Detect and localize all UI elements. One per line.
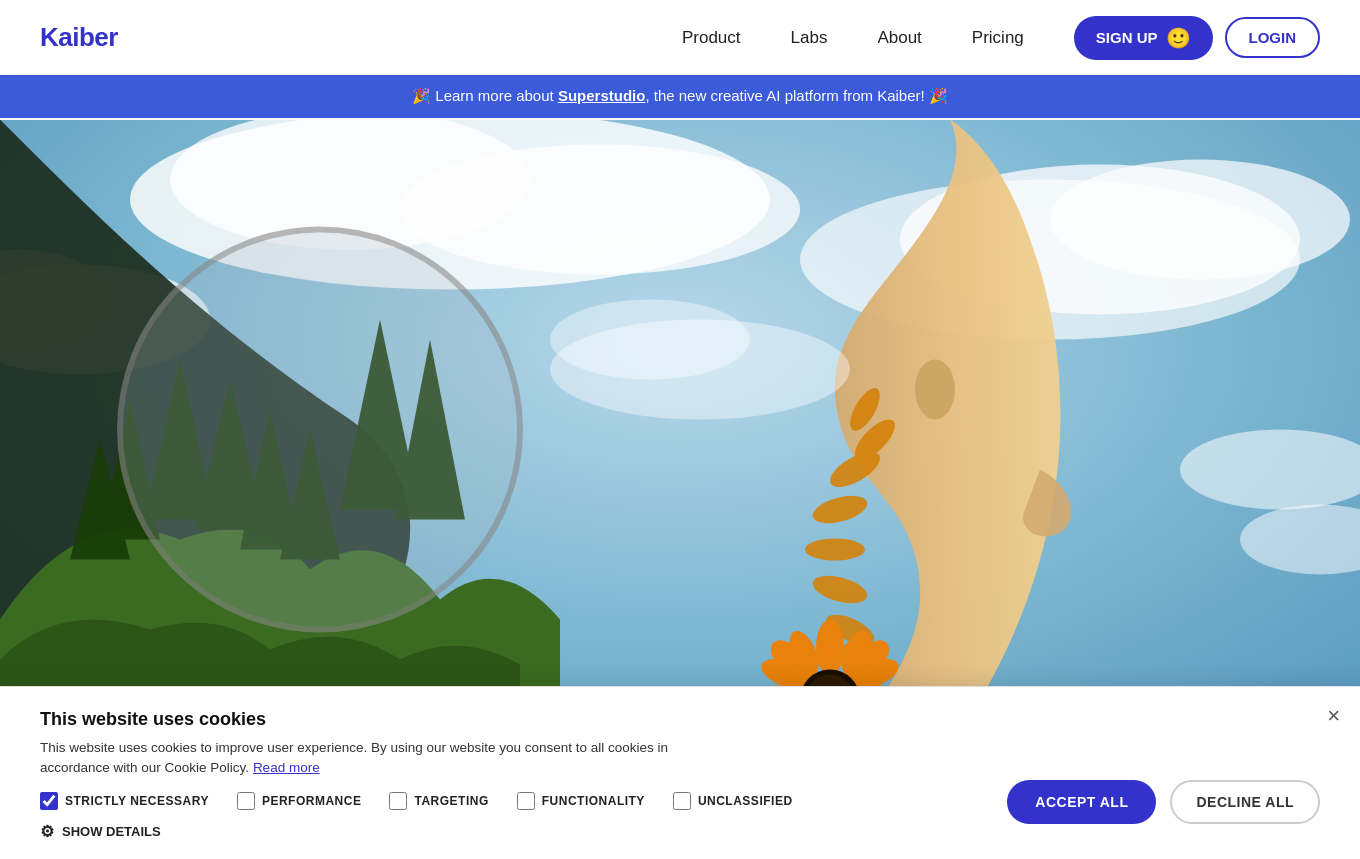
svg-point-58 [550,300,750,380]
banner-text-after: , the new creative AI platform from Kaib… [645,87,924,104]
svg-point-60 [123,233,517,627]
checkbox-performance[interactable]: PERFORMANCE [237,792,362,810]
banner-party-right: 🎉 [929,87,948,104]
checkbox-performance-input[interactable] [237,792,255,810]
checkbox-targeting-input[interactable] [389,792,407,810]
cookie-desc-text: This website uses cookies to improve use… [40,740,668,775]
svg-point-28 [915,360,955,420]
cookie-title: This website uses cookies [40,709,1320,730]
banner-text-before: Learn more about [435,87,558,104]
nav-about[interactable]: About [857,20,941,56]
navbar: Kaiber Product Labs About Pricing SIGN U… [0,0,1360,75]
banner-party-left: 🎉 [412,87,431,104]
checkbox-functionality-label: FUNCTIONALITY [542,794,645,808]
nav-pricing[interactable]: Pricing [952,20,1044,56]
nav-links: Product Labs About Pricing [662,20,1044,56]
svg-point-29 [816,620,844,676]
checkbox-performance-label: PERFORMANCE [262,794,362,808]
nav-product[interactable]: Product [662,20,761,56]
cookie-actions: ACCEPT ALL DECLINE ALL [1007,780,1320,824]
checkbox-functionality[interactable]: FUNCTIONALITY [517,792,645,810]
nav-labs[interactable]: Labs [771,20,848,56]
svg-point-3 [400,145,800,275]
cookie-description: This website uses cookies to improve use… [40,738,690,779]
login-button[interactable]: LOGIN [1225,17,1321,58]
logo[interactable]: Kaiber [40,22,118,53]
checkbox-targeting[interactable]: TARGETING [389,792,488,810]
cookie-banner: × This website uses cookies This website… [0,686,1360,860]
checkbox-functionality-input[interactable] [517,792,535,810]
banner-link[interactable]: Superstudio [558,87,646,104]
cookie-read-more[interactable]: Read more [253,760,320,775]
smiley-icon: 🙂 [1166,26,1191,50]
checkbox-unclassified-input[interactable] [673,792,691,810]
decline-all-button[interactable]: DECLINE ALL [1170,780,1320,824]
show-details-toggle[interactable]: ⚙ SHOW DETAILS [40,822,1320,841]
checkbox-strictly-input[interactable] [40,792,58,810]
checkbox-strictly[interactable]: STRICTLY NECESSARY [40,792,209,810]
announcement-banner: 🎉 Learn more about Superstudio, the new … [0,75,1360,118]
cookie-close-button[interactable]: × [1327,705,1340,727]
signup-label: SIGN UP [1096,29,1158,46]
accept-all-button[interactable]: ACCEPT ALL [1007,780,1156,824]
signup-button[interactable]: SIGN UP 🙂 [1074,16,1213,60]
gear-icon: ⚙ [40,822,54,841]
show-details-label: SHOW DETAILS [62,824,161,839]
checkbox-unclassified-label: UNCLASSIFIED [698,794,793,808]
checkbox-targeting-label: TARGETING [414,794,488,808]
checkbox-strictly-label: STRICTLY NECESSARY [65,794,209,808]
svg-point-21 [805,539,865,561]
checkbox-unclassified[interactable]: UNCLASSIFIED [673,792,793,810]
